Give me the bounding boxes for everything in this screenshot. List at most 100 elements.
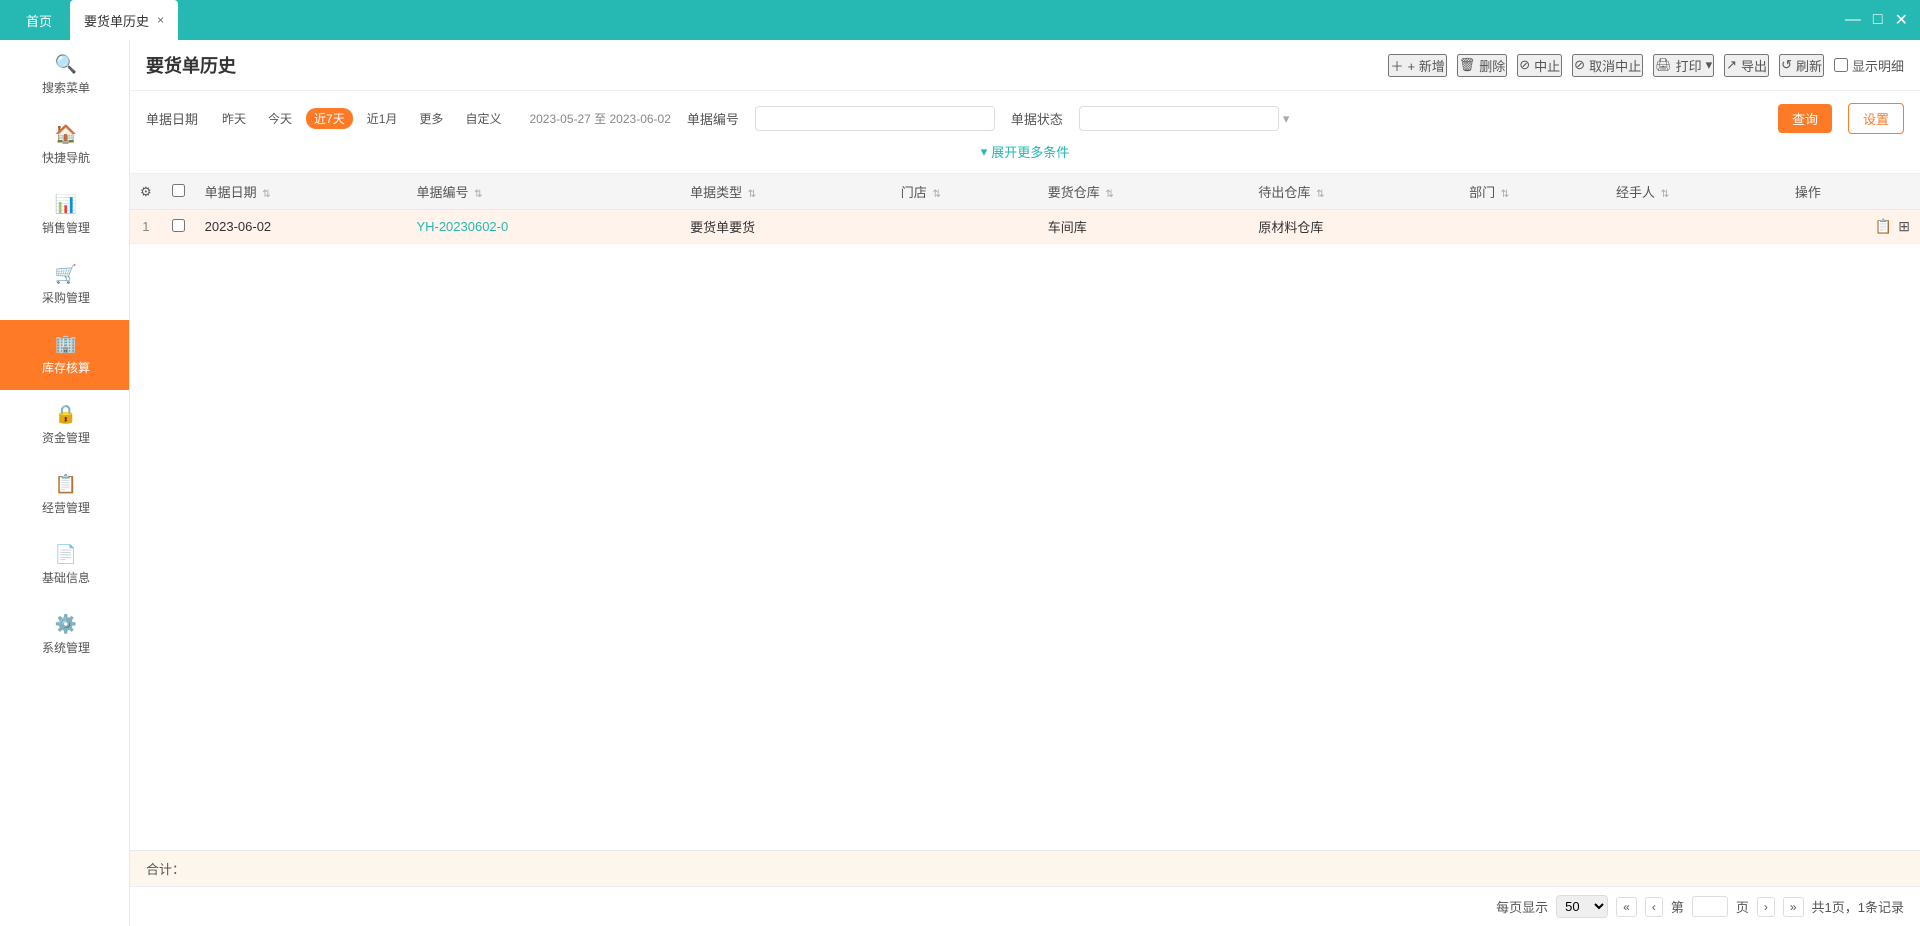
prev-page-btn[interactable]: ‹ [1645,897,1663,917]
sort-department-icon[interactable]: ⇅ [1501,189,1509,200]
sidebar-item-search-menu[interactable]: 🔍 搜索菜单 [0,40,129,110]
sort-doc-number-icon[interactable]: ⇅ [474,189,482,200]
sidebar-item-system-mgmt[interactable]: ⚙️ 系统管理 [0,600,129,670]
delete-button[interactable]: 🗑 删除 [1457,54,1508,77]
sidebar-item-finance-mgmt[interactable]: 🔒 资金管理 [0,390,129,460]
expand-more-button[interactable]: ▾ 展开更多条件 [146,142,1904,161]
th-checkbox [162,174,195,210]
sidebar-item-sales-mgmt[interactable]: 📊 销售管理 [0,180,129,250]
sidebar-item-quick-nav[interactable]: 🏠 快捷导航 [0,110,129,180]
sidebar-item-basic-label: 基础信息 [42,569,90,586]
quick-nav-icon: 🏠 [55,124,77,145]
doc-number-link[interactable]: YH-20230602-0 [416,219,508,234]
row-edit-icon[interactable]: 📋 [1875,218,1892,235]
th-req-warehouse-label: 要货仓库 [1048,185,1100,200]
sidebar-item-search-menu-label: 搜索菜单 [42,79,90,96]
row-select-checkbox[interactable] [172,219,185,232]
refresh-icon: ↺ [1781,57,1792,73]
sort-doc-type-icon[interactable]: ⇅ [748,189,756,200]
sidebar-item-quick-nav-label: 快捷导航 [42,149,90,166]
sidebar-item-system-label: 系统管理 [42,639,90,656]
header-actions: ＋ + 新增 🗑 删除 ⊘ 中止 ⊘ 取消中止 🖨 打印 [1388,54,1904,77]
settings-label: 设置 [1863,112,1889,127]
print-button[interactable]: 🖨 打印 ▾ [1653,54,1714,77]
cancel-suspend-label: 取消中止 [1589,56,1641,75]
row-pending-warehouse: 原材料仓库 [1248,210,1459,244]
doc-number-input[interactable] [755,106,995,131]
settings-button[interactable]: 设置 [1848,103,1904,134]
show-detail-checkbox[interactable] [1834,58,1848,72]
per-page-label: 每页显示 [1496,897,1548,916]
basic-info-icon: 📄 [55,544,77,565]
top-bar: 首页 要货单历史 × — □ ✕ [0,0,1920,40]
page-label-suffix: 页 [1736,897,1749,916]
print-icon: 🖨 [1655,57,1672,73]
doc-number-label: 单据编号 [687,109,739,128]
date-btn-7days[interactable]: 近7天 [306,108,353,129]
sort-store-icon[interactable]: ⇅ [932,189,940,200]
th-pending-warehouse: 待出仓库 ⇅ [1248,174,1459,210]
requisition-table: ⚙ 单据日期 ⇅ 单据编号 ⇅ [130,174,1920,244]
sort-handler-icon[interactable]: ⇅ [1661,189,1669,200]
sidebar-item-purchase-mgmt[interactable]: 🛒 采购管理 [0,250,129,320]
tab-home[interactable]: 首页 [12,0,66,40]
show-detail-toggle[interactable]: 显示明细 [1834,56,1904,75]
date-btn-yesterday[interactable]: 昨天 [214,108,254,129]
date-btn-1month[interactable]: 近1月 [359,108,406,129]
th-store: 门店 ⇅ [891,174,1038,210]
sidebar-item-basic-info[interactable]: 📄 基础信息 [0,530,129,600]
page-header: 要货单历史 ＋ + 新增 🗑 删除 ⊘ 中止 ⊘ 取消中止 [130,40,1920,91]
th-department-label: 部门 [1469,185,1495,200]
cancel-suspend-button[interactable]: ⊘ 取消中止 [1572,54,1643,77]
doc-status-input[interactable] [1079,106,1279,131]
refresh-button[interactable]: ↺ 刷新 [1779,54,1824,77]
suspend-label: 中止 [1534,56,1560,75]
row-ops-container: 📋 ⊞ [1795,218,1910,235]
doc-status-dropdown-icon[interactable]: ▾ [1283,111,1290,127]
close-window-icon[interactable]: ✕ [1895,10,1908,30]
export-button[interactable]: ↗ 导出 [1724,54,1769,77]
suspend-button[interactable]: ⊘ 中止 [1517,54,1562,77]
next-page-btn[interactable]: › [1757,897,1775,917]
sort-doc-date-icon[interactable]: ⇅ [262,189,270,200]
first-page-btn[interactable]: « [1616,897,1637,917]
window-controls: — □ ✕ [1845,10,1908,30]
query-button[interactable]: 查询 [1778,104,1832,133]
table-row: 1 2023-06-02 YH-20230602-0 要货单要货 [130,210,1920,244]
tab-requisition-label: 要货单历史 [84,11,149,30]
sidebar: 🔍 搜索菜单 🏠 快捷导航 📊 销售管理 🛒 采购管理 🏢 库存核算 🔒 资金管… [0,40,130,926]
date-btn-custom[interactable]: 自定义 [457,108,509,129]
total-info: 共1页，1条记录 [1812,897,1904,916]
sidebar-item-operations-mgmt[interactable]: 📋 经营管理 [0,460,129,530]
expand-more-label: 展开更多条件 [991,142,1069,161]
add-button[interactable]: ＋ + 新增 [1388,54,1446,77]
th-handler: 经手人 ⇅ [1606,174,1785,210]
delete-label: 删除 [1479,56,1505,75]
last-page-btn[interactable]: » [1783,897,1804,917]
content-area: 要货单历史 ＋ + 新增 🗑 删除 ⊘ 中止 ⊘ 取消中止 [130,40,1920,926]
th-doc-date: 单据日期 ⇅ [195,174,407,210]
minimize-icon[interactable]: — [1845,11,1861,29]
page-number-input[interactable]: 1 [1692,896,1728,917]
tab-requisition-history[interactable]: 要货单历史 × [70,0,178,40]
select-all-checkbox[interactable] [172,184,185,197]
date-btn-more[interactable]: 更多 [411,108,451,129]
settings-col-icon[interactable]: ⚙ [140,184,152,199]
sidebar-item-inventory[interactable]: 🏢 库存核算 [0,320,129,390]
table-body: 1 2023-06-02 YH-20230602-0 要货单要货 [130,210,1920,244]
footer-summary: 合计： [130,850,1920,886]
per-page-select[interactable]: 10 20 50 100 [1556,895,1608,918]
row-department [1459,210,1606,244]
operations-mgmt-icon: 📋 [55,474,77,495]
expand-more-icon: ▾ [981,144,988,160]
sort-pending-warehouse-icon[interactable]: ⇅ [1316,189,1324,200]
print-label: 打印 [1676,56,1702,75]
row-delete-icon[interactable]: ⊞ [1898,218,1910,235]
date-btn-today[interactable]: 今天 [260,108,300,129]
sidebar-item-operations-label: 经营管理 [42,499,90,516]
th-store-label: 门店 [901,185,927,200]
tab-close-icon[interactable]: × [157,13,164,27]
show-detail-label: 显示明细 [1852,56,1904,75]
maximize-icon[interactable]: □ [1873,11,1883,29]
sort-req-warehouse-icon[interactable]: ⇅ [1105,189,1113,200]
